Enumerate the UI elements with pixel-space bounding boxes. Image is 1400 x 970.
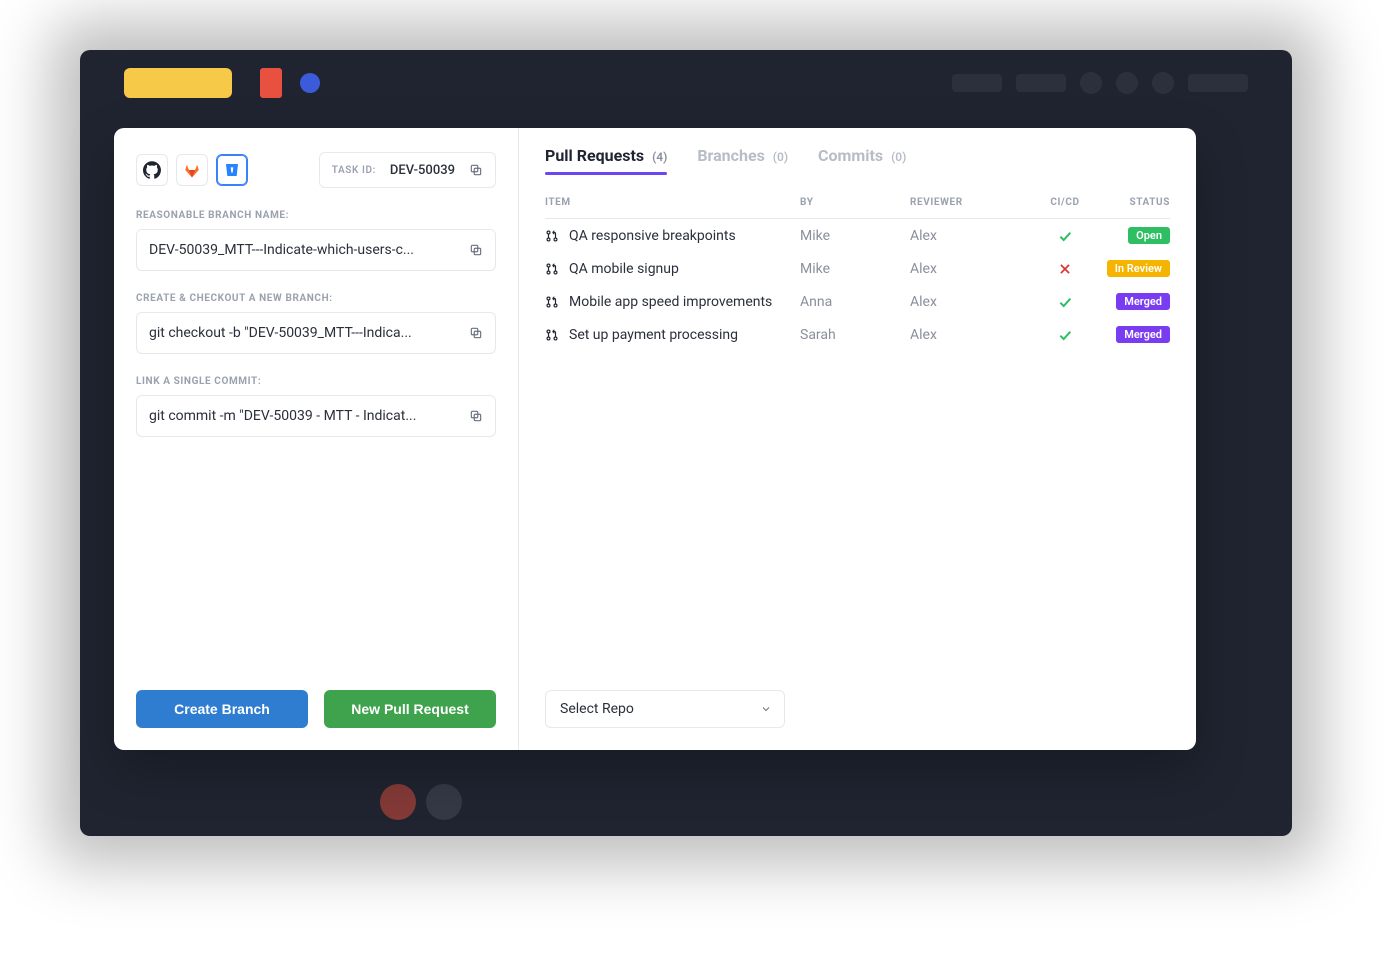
backdrop-yellow-button — [124, 68, 232, 98]
table-row[interactable]: QA mobile signup MikeAlex In Review — [545, 252, 1170, 285]
status-badge: Merged — [1116, 326, 1170, 343]
copy-icon — [469, 326, 483, 340]
table-row[interactable]: QA responsive breakpoints MikeAlex Open — [545, 219, 1170, 252]
col-by: BY — [800, 197, 910, 208]
gitlab-icon — [183, 161, 201, 179]
select-repo-label: Select Repo — [560, 701, 634, 717]
task-id-label: TASK ID: — [332, 165, 376, 176]
branch-name-field[interactable]: DEV-50039_MTT---Indicate-which-users-c..… — [136, 229, 496, 271]
status-badge: Merged — [1116, 293, 1170, 310]
table-header: ITEM BY REVIEWER CI/CD STATUS — [545, 183, 1170, 219]
row-item: QA responsive breakpoints — [569, 228, 736, 244]
table-row[interactable]: Mobile app speed improvements AnnaAlex Mer… — [545, 285, 1170, 318]
branch-name-label: REASONABLE BRANCH NAME: — [136, 210, 496, 221]
copy-icon — [469, 243, 483, 257]
status-badge: In Review — [1107, 260, 1170, 277]
check-icon — [1057, 228, 1073, 244]
col-status: STATUS — [1100, 197, 1170, 208]
row-by: Anna — [800, 294, 910, 310]
tab-count: (0) — [891, 150, 906, 164]
table-rows: QA responsive breakpointsMikeAlexOpenQA … — [545, 219, 1170, 351]
copy-icon — [469, 163, 483, 177]
check-icon — [1057, 294, 1073, 310]
row-reviewer: Alex — [910, 228, 1030, 244]
tab-label: Branches — [697, 146, 765, 165]
provider-github[interactable] — [136, 154, 168, 186]
copy-icon — [469, 409, 483, 423]
bitbucket-icon — [224, 162, 240, 178]
check-icon — [1057, 327, 1073, 343]
row-item: QA mobile signup — [569, 261, 679, 277]
status-badge: Open — [1128, 227, 1170, 244]
tabs: Pull Requests (4) Branches (0) Commits (… — [545, 146, 1170, 183]
tab-pull-requests[interactable]: Pull Requests (4) — [545, 146, 667, 173]
github-icon — [143, 161, 161, 179]
checkout-copy-button[interactable] — [465, 322, 487, 344]
backdrop-blue-circle — [300, 73, 320, 93]
git-modal: TASK ID: DEV-50039 REASONABLE BRANCH NAM… — [114, 128, 1196, 750]
backdrop-dot — [380, 784, 416, 820]
row-item: Set up payment processing — [569, 327, 738, 343]
tab-branches[interactable]: Branches (0) — [697, 146, 788, 173]
tab-label: Pull Requests — [545, 146, 644, 165]
pull-request-icon — [545, 229, 559, 243]
backdrop-dot — [426, 784, 462, 820]
task-id-chip: TASK ID: DEV-50039 — [319, 152, 496, 188]
row-reviewer: Alex — [910, 261, 1030, 277]
provider-bitbucket[interactable] — [216, 154, 248, 186]
task-id-value: DEV-50039 — [390, 163, 455, 178]
left-footer: Create Branch New Pull Request — [136, 690, 496, 728]
backdrop-ghost — [1080, 72, 1102, 94]
backdrop-ghost — [952, 74, 1002, 92]
right-footer: Select Repo — [545, 690, 1170, 728]
row-cicd — [1030, 262, 1100, 276]
col-item: ITEM — [545, 197, 800, 208]
backdrop-ghost — [1116, 72, 1138, 94]
provider-gitlab[interactable] — [176, 154, 208, 186]
branch-name-value: DEV-50039_MTT---Indicate-which-users-c..… — [149, 242, 465, 258]
row-reviewer: Alex — [910, 327, 1030, 343]
new-pull-request-button[interactable]: New Pull Request — [324, 690, 496, 728]
commit-value: git commit -m "DEV-50039 - MTT - Indicat… — [149, 408, 465, 424]
commit-copy-button[interactable] — [465, 405, 487, 427]
col-reviewer: REVIEWER — [910, 197, 1030, 208]
pull-request-icon — [545, 295, 559, 309]
backdrop-topbar — [80, 50, 1292, 116]
row-cicd — [1030, 327, 1100, 343]
checkout-label: CREATE & CHECKOUT A NEW BRANCH: — [136, 293, 496, 304]
create-branch-button[interactable]: Create Branch — [136, 690, 308, 728]
commit-label: LINK A SINGLE COMMIT: — [136, 376, 496, 387]
row-cicd — [1030, 228, 1100, 244]
task-id-copy-button[interactable] — [465, 159, 487, 181]
backdrop-ghost — [1188, 74, 1248, 92]
pull-request-icon — [545, 328, 559, 342]
row-reviewer: Alex — [910, 294, 1030, 310]
checkout-value: git checkout -b "DEV-50039_MTT---Indica.… — [149, 325, 465, 341]
tab-count: (0) — [773, 150, 788, 164]
row-by: Sarah — [800, 327, 910, 343]
commit-field[interactable]: git commit -m "DEV-50039 - MTT - Indicat… — [136, 395, 496, 437]
backdrop-ghost — [1152, 72, 1174, 94]
branch-name-copy-button[interactable] — [465, 239, 487, 261]
tab-label: Commits — [818, 146, 883, 165]
row-by: Mike — [800, 261, 910, 277]
backdrop-ghost — [1016, 74, 1066, 92]
left-panel: TASK ID: DEV-50039 REASONABLE BRANCH NAM… — [114, 128, 519, 750]
checkout-field[interactable]: git checkout -b "DEV-50039_MTT---Indica.… — [136, 312, 496, 354]
backdrop-red-square — [260, 68, 282, 98]
right-panel: Pull Requests (4) Branches (0) Commits (… — [519, 128, 1196, 750]
row-item: Mobile app speed improvements — [569, 294, 772, 310]
chevron-down-icon — [760, 703, 772, 715]
select-repo-dropdown[interactable]: Select Repo — [545, 690, 785, 728]
backdrop-bottom — [80, 768, 1292, 836]
pull-request-icon — [545, 262, 559, 276]
cross-icon — [1058, 262, 1072, 276]
row-cicd — [1030, 294, 1100, 310]
provider-row — [136, 154, 248, 186]
row-by: Mike — [800, 228, 910, 244]
tab-count: (4) — [652, 150, 667, 164]
table-row[interactable]: Set up payment processing SarahAlex Merged — [545, 318, 1170, 351]
tab-commits[interactable]: Commits (0) — [818, 146, 906, 173]
col-cicd: CI/CD — [1030, 197, 1100, 208]
